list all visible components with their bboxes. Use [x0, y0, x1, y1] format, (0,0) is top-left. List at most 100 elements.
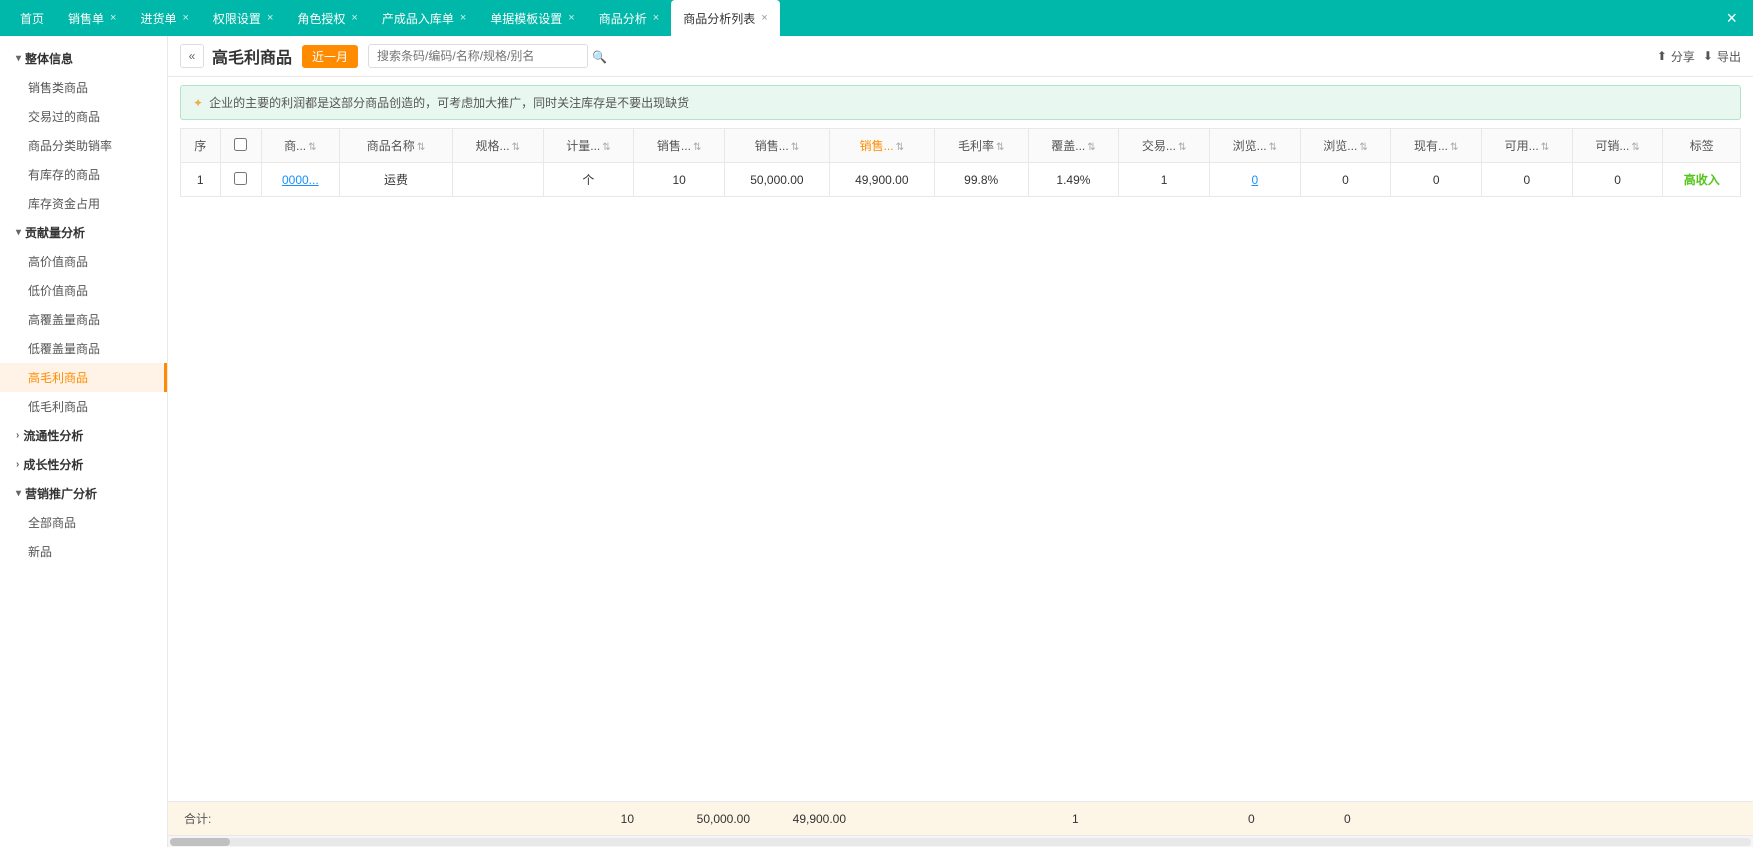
col-browse1[interactable]: 浏览...⇅ — [1209, 129, 1300, 163]
col-code[interactable]: 商...⇅ — [261, 129, 340, 163]
sidebar-group-contribution[interactable]: ▾ 贡献量分析 — [0, 218, 167, 247]
close-role-tab[interactable]: × — [351, 12, 357, 24]
col-sales3[interactable]: 销售...⇅ — [829, 129, 934, 163]
col-check[interactable] — [220, 129, 261, 163]
footer-sales3: 49,900.00 — [779, 812, 859, 826]
cell-browse2: 0 — [1300, 163, 1391, 197]
cell-browse1[interactable]: 0 — [1209, 163, 1300, 197]
col-spec[interactable]: 规格...⇅ — [452, 129, 543, 163]
cell-seq: 1 — [181, 163, 221, 197]
tab-sales[interactable]: 销售单 × — [56, 0, 128, 36]
tab-home[interactable]: 首页 — [8, 0, 56, 36]
table-row: 1 0000... 运费 个 10 50,000.00 49,900.00 99… — [181, 163, 1741, 197]
tab-analysis-list[interactable]: 商品分析列表 × — [671, 0, 779, 36]
info-icon: ✦ — [193, 96, 203, 110]
search-icon: 🔍 — [592, 50, 607, 64]
share-icon: ⬆ — [1657, 49, 1667, 63]
cell-unit: 个 — [543, 163, 634, 197]
cell-code[interactable]: 0000... — [261, 163, 340, 197]
sidebar-item-low-margin[interactable]: 低毛利商品 — [0, 392, 167, 421]
content-header: « 高毛利商品 近一月 🔍 ⬆ 分享 ⬇ 导出 — [168, 36, 1753, 77]
col-coverage[interactable]: 覆盖...⇅ — [1028, 129, 1119, 163]
close-product-storage-tab[interactable]: × — [460, 12, 466, 24]
arrow-icon: ▾ — [16, 53, 21, 64]
sidebar-item-stock-goods[interactable]: 有库存的商品 — [0, 160, 167, 189]
arrow-icon: ▾ — [16, 227, 21, 238]
tab-purchase[interactable]: 进货单 × — [128, 0, 200, 36]
cell-coverage: 1.49% — [1028, 163, 1119, 197]
cell-transaction: 1 — [1119, 163, 1210, 197]
export-button[interactable]: ⬇ 导出 — [1703, 48, 1741, 65]
scrollbar-thumb[interactable] — [170, 838, 230, 846]
col-gross-rate[interactable]: 毛利率⇅ — [934, 129, 1028, 163]
tab-role[interactable]: 角色授权 × — [285, 0, 369, 36]
col-sales1[interactable]: 销售...⇅ — [634, 129, 725, 163]
cell-sales1: 10 — [634, 163, 725, 197]
close-permission-tab[interactable]: × — [267, 12, 273, 24]
sidebar-item-high-coverage[interactable]: 高覆盖量商品 — [0, 305, 167, 334]
cell-check[interactable] — [220, 163, 261, 197]
sidebar-item-new-goods[interactable]: 新品 — [0, 537, 167, 566]
close-template-tab[interactable]: × — [568, 12, 574, 24]
arrow-icon: ▾ — [16, 488, 21, 499]
sidebar-group-marketing[interactable]: ▾ 营销推广分析 — [0, 479, 167, 508]
footer-stock2: 0 — [1307, 812, 1387, 826]
data-table: 序 商...⇅ 商品名称⇅ 规格...⇅ 计量...⇅ 销售...⇅ 销售...… — [180, 128, 1741, 197]
cell-sales2: 50,000.00 — [724, 163, 829, 197]
row-checkbox[interactable] — [234, 172, 247, 185]
sidebar-group-growth[interactable]: › 成长性分析 — [0, 450, 167, 479]
horizontal-scrollbar[interactable] — [168, 835, 1753, 847]
cell-stock3: 0 — [1572, 163, 1663, 197]
col-transaction[interactable]: 交易...⇅ — [1119, 129, 1210, 163]
sidebar-group-circulation[interactable]: › 流通性分析 — [0, 421, 167, 450]
arrow-icon: › — [16, 459, 19, 470]
cell-spec — [452, 163, 543, 197]
search-input[interactable] — [368, 44, 588, 68]
close-purchase-tab[interactable]: × — [182, 12, 188, 24]
select-all-checkbox[interactable] — [234, 138, 247, 151]
sidebar-item-stock-capital[interactable]: 库存资金占用 — [0, 189, 167, 218]
footer-sales1: 10 — [587, 812, 667, 826]
sidebar-item-high-margin[interactable]: 高毛利商品 — [0, 363, 167, 392]
sidebar-item-sales-goods[interactable]: 销售类商品 — [0, 73, 167, 102]
export-icon: ⬇ — [1703, 49, 1713, 63]
sidebar-item-high-value[interactable]: 高价值商品 — [0, 247, 167, 276]
content-area: « 高毛利商品 近一月 🔍 ⬆ 分享 ⬇ 导出 ✦ 企业的主要的利 — [168, 36, 1753, 847]
cell-name: 运费 — [340, 163, 453, 197]
cell-tag: 高收入 — [1663, 163, 1741, 197]
sidebar-item-category-rate[interactable]: 商品分类助销率 — [0, 131, 167, 160]
tab-analysis[interactable]: 商品分析 × — [587, 0, 671, 36]
sidebar-group-overall[interactable]: ▾ 整体信息 — [0, 44, 167, 73]
close-sales-tab[interactable]: × — [110, 12, 116, 24]
sidebar-item-traded-goods[interactable]: 交易过的商品 — [0, 102, 167, 131]
col-unit[interactable]: 计量...⇅ — [543, 129, 634, 163]
tab-template[interactable]: 单据模板设置 × — [478, 0, 586, 36]
table-wrapper: 序 商...⇅ 商品名称⇅ 规格...⇅ 计量...⇅ 销售...⇅ 销售...… — [168, 128, 1753, 801]
share-button[interactable]: ⬆ 分享 — [1657, 48, 1695, 65]
col-browse2[interactable]: 浏览...⇅ — [1300, 129, 1391, 163]
close-all-button[interactable]: × — [1718, 8, 1745, 29]
tab-permission[interactable]: 权限设置 × — [201, 0, 285, 36]
sidebar-item-low-coverage[interactable]: 低覆盖量商品 — [0, 334, 167, 363]
close-analysis-tab[interactable]: × — [653, 12, 659, 24]
scrollbar-track[interactable] — [170, 838, 1751, 846]
col-sales2[interactable]: 销售...⇅ — [724, 129, 829, 163]
sidebar-item-low-value[interactable]: 低价值商品 — [0, 276, 167, 305]
col-stock1[interactable]: 现有...⇅ — [1391, 129, 1482, 163]
page-title: 高毛利商品 — [212, 44, 292, 68]
col-name[interactable]: 商品名称⇅ — [340, 129, 453, 163]
filter-button[interactable]: 近一月 — [302, 45, 358, 68]
cell-sales3: 49,900.00 — [829, 163, 934, 197]
close-analysis-list-tab[interactable]: × — [761, 12, 767, 24]
cell-stock1: 0 — [1391, 163, 1482, 197]
footer-stock1: 0 — [1211, 812, 1291, 826]
tab-product-storage[interactable]: 产成品入库单 × — [370, 0, 478, 36]
search-button[interactable]: 🔍 — [588, 44, 611, 68]
collapse-sidebar-button[interactable]: « — [180, 44, 204, 68]
sidebar-item-all-goods[interactable]: 全部商品 — [0, 508, 167, 537]
col-seq: 序 — [181, 129, 221, 163]
col-stock2[interactable]: 可用...⇅ — [1482, 129, 1573, 163]
info-banner: ✦ 企业的主要的利润都是这部分商品创造的，可考虑加大推广，同时关注库存是不要出现… — [180, 85, 1741, 120]
table-footer: 合计: 10 50,000.00 49,900.00 1 0 0 — [168, 801, 1753, 835]
col-stock3[interactable]: 可销...⇅ — [1572, 129, 1663, 163]
